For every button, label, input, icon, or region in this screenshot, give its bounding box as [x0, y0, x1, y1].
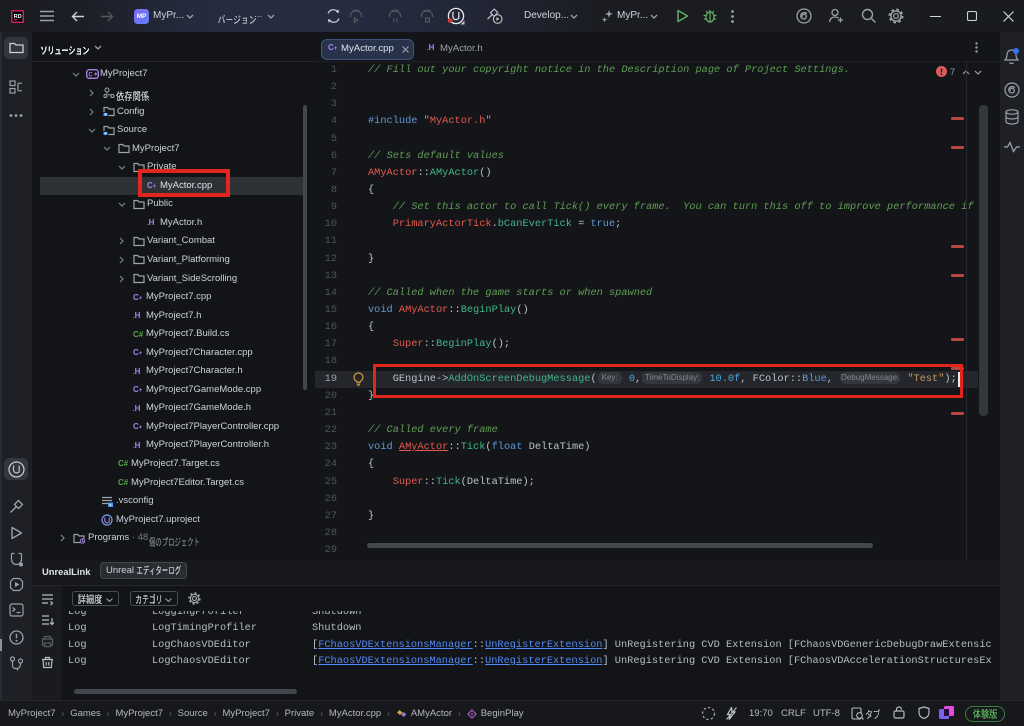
svg-text:C: C: [88, 73, 93, 79]
